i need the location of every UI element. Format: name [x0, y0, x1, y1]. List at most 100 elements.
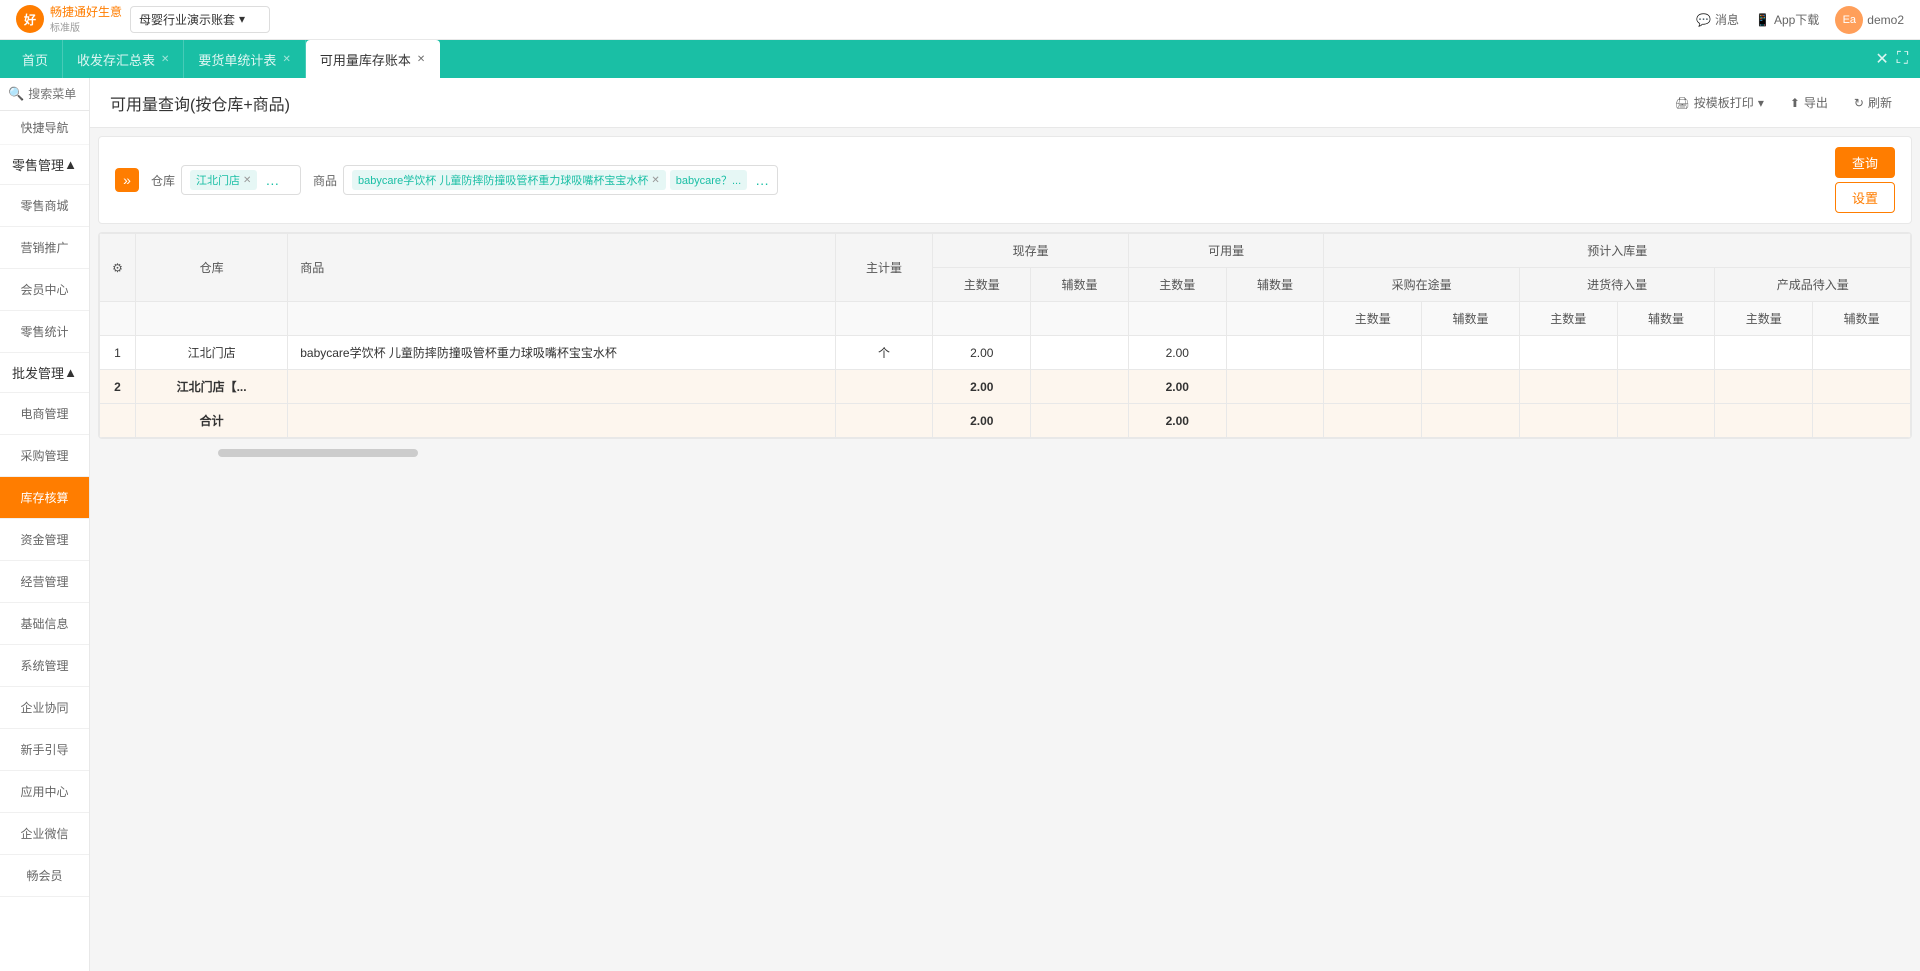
print-icon: 🖨: [1675, 96, 1690, 110]
sidebar-item-quick-nav[interactable]: 快捷导航: [0, 111, 89, 145]
sidebar-item-inventory[interactable]: 库存核算: [0, 477, 89, 519]
tenant-name: 母婴行业演示账套: [139, 11, 235, 28]
warehouse-tag: 江北门店 ✕: [190, 170, 257, 190]
export-btn[interactable]: ⬆ 导出: [1782, 90, 1836, 115]
sidebar-item-appstore[interactable]: 应用中心: [0, 771, 89, 813]
refresh-icon: ↻: [1854, 96, 1864, 110]
tab-order-stat-close[interactable]: ✕: [282, 54, 290, 65]
fullscreen-icon[interactable]: ⛶: [1897, 50, 1908, 68]
warehouse-remove-icon[interactable]: ✕: [243, 175, 251, 186]
top-bar-right: 💬 消息 📱 App下载 Ea demo2: [1696, 6, 1904, 34]
sidebar-item-enterprise[interactable]: 企业协同: [0, 687, 89, 729]
sidebar-item-marketing[interactable]: 营销推广: [0, 227, 89, 269]
tab-order-stat[interactable]: 要货单统计表 ✕: [184, 40, 305, 78]
th-available-main: 主数量: [1128, 268, 1226, 302]
th-forecast: 预计入库量: [1324, 234, 1911, 268]
sidebar-item-member[interactable]: 会员中心: [0, 269, 89, 311]
tab-collect[interactable]: 收发存汇总表 ✕: [63, 40, 184, 78]
product1-remove-icon[interactable]: ✕: [651, 175, 659, 186]
warehouse-dots[interactable]: …: [265, 172, 279, 188]
total-current-aux: [1031, 404, 1129, 438]
cell-pur-main-1: [1324, 336, 1422, 370]
cell-pur-aux-1: [1422, 336, 1520, 370]
cell-inb-aux-1: [1617, 336, 1715, 370]
scrollbar-thumb[interactable]: [218, 449, 418, 457]
cell-product-2: [288, 370, 835, 404]
tab-home[interactable]: 首页: [8, 40, 63, 78]
sidebar-item-member2[interactable]: 畅会员: [0, 855, 89, 897]
th-current-stock: 现存量: [933, 234, 1129, 268]
sidebar-item-operation[interactable]: 经营管理: [0, 561, 89, 603]
content-area: 可用量查询(按仓库+商品) 🖨 按模板打印 ▾ ⬆ 导出 ↻ 刷新: [90, 78, 1920, 971]
tab-available-close[interactable]: ✕: [417, 54, 425, 65]
cell-prod-main-2: [1715, 370, 1813, 404]
warehouse-input[interactable]: 江北门店 ✕ …: [181, 165, 301, 195]
total-available-main: 2.00: [1128, 404, 1226, 438]
download-icon: 📱: [1755, 13, 1770, 27]
export-label: 导出: [1804, 94, 1828, 111]
logo-sub: 标准版: [50, 19, 122, 34]
cell-warehouse-2: 江北门店【...: [136, 370, 288, 404]
th-unit-empty: [835, 302, 933, 336]
sidebar-item-retail-mall[interactable]: 零售商城: [0, 185, 89, 227]
refresh-label: 刷新: [1868, 94, 1892, 111]
tab-collect-close[interactable]: ✕: [161, 54, 169, 65]
th-prod-aux: 辅数量: [1813, 302, 1911, 336]
sidebar-item-newbie[interactable]: 新手引导: [0, 729, 89, 771]
product-tag2-value: babycare？...: [676, 172, 741, 188]
sidebar-item-purchase[interactable]: 采购管理: [0, 435, 89, 477]
sidebar-search: 🔍: [0, 78, 89, 111]
search-input[interactable]: [28, 87, 81, 101]
logo-text: 畅捷通好生意: [50, 5, 122, 19]
logo-text-block: 畅捷通好生意 标准版: [50, 5, 122, 34]
sidebar-item-retail[interactable]: 零售管理 ▲: [0, 145, 89, 185]
close-all-icon[interactable]: ✕: [1875, 49, 1888, 69]
print-btn[interactable]: 🖨 按模板打印 ▾: [1667, 90, 1772, 115]
total-pur-main: [1324, 404, 1422, 438]
username: demo2: [1867, 13, 1904, 27]
th-pur-main: 主数量: [1324, 302, 1422, 336]
th-settings[interactable]: ⚙: [100, 234, 136, 302]
print-label: 按模板打印: [1694, 94, 1754, 111]
scrollbar-area: [98, 447, 1912, 459]
cell-seq-1: 1: [100, 336, 136, 370]
tab-available[interactable]: 可用量库存账本 ✕: [306, 40, 440, 78]
cell-cur-main-1: 2.00: [933, 336, 1031, 370]
nav-tabs: 首页 收发存汇总表 ✕ 要货单统计表 ✕ 可用量库存账本 ✕ ✕ ⛶: [0, 40, 1920, 78]
sidebar-item-retail-stat[interactable]: 零售统计: [0, 311, 89, 353]
sidebar-item-finance[interactable]: 资金管理: [0, 519, 89, 561]
main-layout: 🔍 快捷导航 零售管理 ▲ 零售商城 营销推广 会员中心 零售统计 批发管理 ▲…: [0, 78, 1920, 971]
wholesale-chevron-icon: ▲: [64, 365, 77, 380]
refresh-btn[interactable]: ↻ 刷新: [1846, 90, 1900, 115]
marketing-label: 营销推广: [20, 241, 68, 255]
product-input[interactable]: babycare学饮杯 儿童防摔防撞吸管杯重力球吸嘴杯宝宝水杯 ✕ babyca…: [343, 165, 778, 195]
ecommerce-label: 电商管理: [20, 407, 68, 421]
cell-inb-main-1: [1519, 336, 1617, 370]
sidebar: 🔍 快捷导航 零售管理 ▲ 零售商城 营销推广 会员中心 零售统计 批发管理 ▲…: [0, 78, 90, 971]
settings-btn[interactable]: 设置: [1835, 182, 1895, 213]
query-btn[interactable]: 查询: [1835, 147, 1895, 178]
sidebar-item-ecommerce[interactable]: 电商管理: [0, 393, 89, 435]
filter-area: » 仓库 江北门店 ✕ … 商品 babycare学饮: [98, 136, 1912, 224]
sidebar-item-system[interactable]: 系统管理: [0, 645, 89, 687]
system-label: 系统管理: [20, 659, 68, 673]
product-label: 商品: [313, 172, 337, 189]
cell-avail-aux-1: [1226, 336, 1324, 370]
filter-expand-btn[interactable]: »: [115, 168, 139, 192]
cell-product-1: babycare学饮杯 儿童防摔防撞吸管杯重力球吸嘴杯宝宝水杯: [288, 336, 835, 370]
user-area[interactable]: Ea demo2: [1835, 6, 1904, 34]
enterprise-label: 企业协同: [20, 701, 68, 715]
total-current-main: 2.00: [933, 404, 1031, 438]
message-btn[interactable]: 💬 消息: [1696, 11, 1739, 28]
app-download-btn[interactable]: 📱 App下载: [1755, 11, 1819, 28]
product-dots[interactable]: …: [755, 172, 769, 188]
sidebar-item-wechat[interactable]: 企业微信: [0, 813, 89, 855]
th-prod-main: 主数量: [1715, 302, 1813, 336]
th-inbound-pending: 进货待入量: [1519, 268, 1715, 302]
total-empty2: [288, 404, 835, 438]
sidebar-item-basic[interactable]: 基础信息: [0, 603, 89, 645]
tenant-selector[interactable]: 母婴行业演示账套 ▾: [130, 6, 270, 33]
sidebar-item-wholesale[interactable]: 批发管理 ▲: [0, 353, 89, 393]
th-production-pending: 产成品待入量: [1715, 268, 1911, 302]
th-cur-aux-empty: [1031, 302, 1129, 336]
